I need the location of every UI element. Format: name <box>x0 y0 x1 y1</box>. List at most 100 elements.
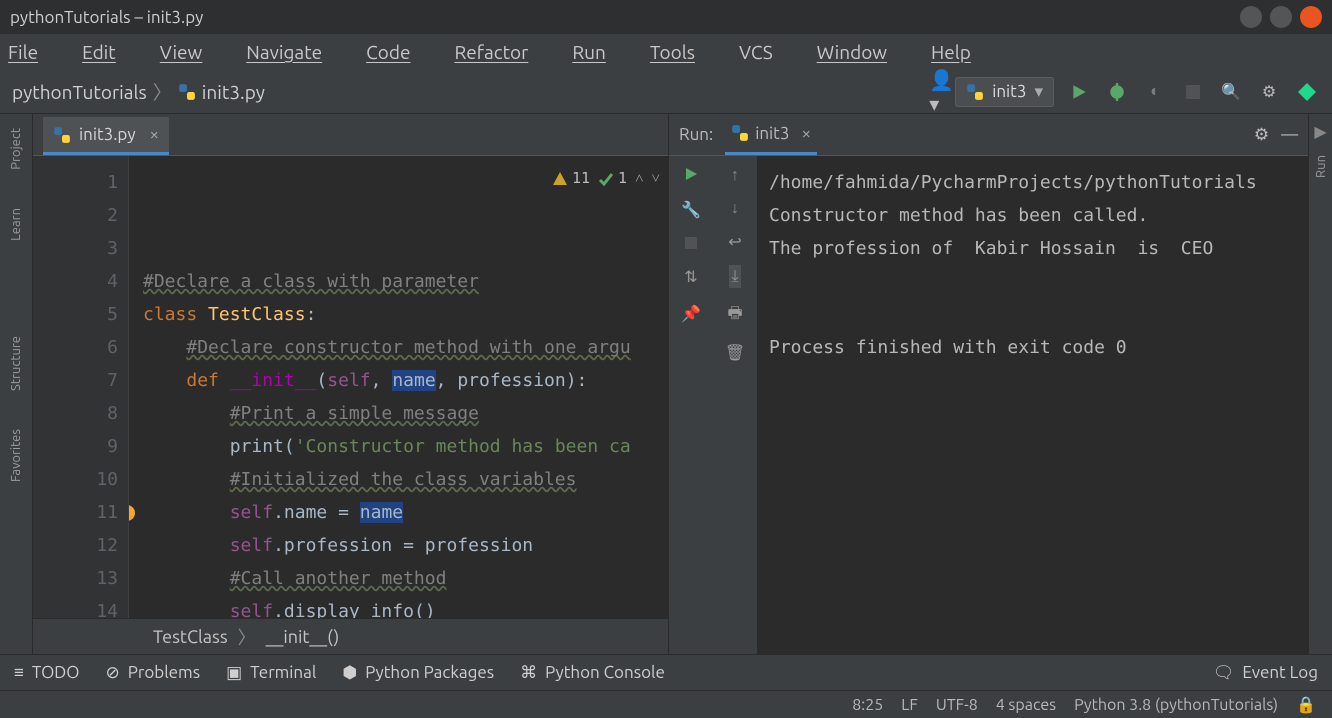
right-tool-rail: ▶ Run <box>1308 114 1332 654</box>
menu-run[interactable]: Run <box>572 41 628 63</box>
stop-run-button[interactable] <box>685 237 697 249</box>
python-file-icon <box>178 83 196 101</box>
menu-vcs[interactable]: VCS <box>739 41 795 63</box>
window-close-button[interactable] <box>1300 6 1322 28</box>
menu-tools[interactable]: Tools <box>650 41 717 63</box>
tool-terminal[interactable]: ▣Terminal <box>226 663 316 683</box>
inspection-bar[interactable]: 11 1 ˄ ˅ <box>552 162 660 195</box>
settings-icon[interactable]: ⚙ <box>1256 79 1282 105</box>
tool-python-packages[interactable]: ⬢Python Packages <box>342 663 494 683</box>
editor-tab-label: init3.py <box>79 125 136 144</box>
tool-structure[interactable]: Structure <box>9 336 23 391</box>
minimize-panel-icon[interactable]: — <box>1281 125 1298 144</box>
close-tab-icon[interactable]: × <box>150 125 160 144</box>
stop-button[interactable] <box>1180 79 1206 105</box>
run-primary-toolbar: 🔧 ⇅ 📌 <box>669 156 713 654</box>
file-encoding[interactable]: UTF-8 <box>936 696 978 714</box>
interpreter[interactable]: Python 3.8 (pythonTutorials) <box>1074 696 1278 714</box>
menu-view[interactable]: View <box>160 41 225 63</box>
print-icon[interactable]: 🖶 <box>727 302 742 329</box>
python-icon <box>731 124 749 142</box>
close-run-tab-icon[interactable]: × <box>801 124 811 143</box>
status-bar: 8:25 LF UTF-8 4 spaces Python 3.8 (pytho… <box>0 690 1332 718</box>
ide-logo-icon[interactable] <box>1294 79 1320 105</box>
expand-right-icon[interactable]: ▶ <box>1314 122 1326 141</box>
scroll-end-icon[interactable]: ⤓ <box>729 265 740 288</box>
menu-code[interactable]: Code <box>366 41 432 63</box>
window-maximize-button[interactable] <box>1270 6 1292 28</box>
window-minimize-button[interactable] <box>1240 6 1262 28</box>
run-secondary-toolbar: ↑ ↓ ↩ ⤓ 🖶 🗑 <box>713 156 757 654</box>
ok-count[interactable]: 1 <box>598 162 627 195</box>
line-gutter: 1234567891011121314 <box>33 156 129 618</box>
tool-todo[interactable]: ≡TODO <box>14 663 79 683</box>
breadcrumb-file[interactable]: init3.py <box>202 81 265 103</box>
left-tool-rail: Project Learn Structure Favorites <box>0 114 33 654</box>
editor-area: init3.py × 1234567891011121314 11 1 ˄ ˅ <box>33 114 668 654</box>
up-icon[interactable]: ↑ <box>731 166 739 185</box>
run-config-name: init3 <box>992 82 1026 101</box>
prev-highlight-icon[interactable]: ˄ <box>635 162 643 195</box>
clear-icon[interactable]: 🗑 <box>725 343 745 362</box>
menu-file[interactable]: File <box>8 41 60 63</box>
intention-bulb-icon[interactable] <box>129 505 135 521</box>
breadcrumb[interactable]: pythonTutorials 〉 init3.py <box>12 78 265 105</box>
event-log[interactable]: 🗨Event Log <box>1213 663 1318 683</box>
python-file-icon <box>53 126 71 144</box>
lock-icon[interactable]: 🔒 <box>1296 695 1316 714</box>
run-title: Run: <box>679 125 713 144</box>
down-icon[interactable]: ↓ <box>731 199 739 218</box>
tool-problems[interactable]: ⊘Problems <box>105 663 200 683</box>
chevron-down-icon: ▾ <box>1034 82 1043 102</box>
menu-refactor[interactable]: Refactor <box>454 41 550 63</box>
editor-tab-init3[interactable]: init3.py × <box>43 117 169 155</box>
run-console[interactable]: /home/fahmida/PycharmProjects/pythonTuto… <box>757 156 1308 654</box>
crumb-class[interactable]: TestClass <box>153 627 228 647</box>
run-header: Run: init3 × ⚙ — <box>669 114 1308 156</box>
run-button[interactable] <box>1066 79 1092 105</box>
warning-icon <box>552 171 568 187</box>
run-config-selector[interactable]: init3 ▾ <box>955 77 1054 107</box>
run-tab-label: init3 <box>755 124 789 143</box>
menubar: File Edit View Navigate Code Refactor Ru… <box>0 34 1332 70</box>
menu-navigate[interactable]: Navigate <box>246 41 344 63</box>
crumb-function[interactable]: __init__() <box>266 627 340 647</box>
menu-help[interactable]: Help <box>931 41 993 63</box>
editor-tabstrip: init3.py × <box>33 114 668 156</box>
code-editor[interactable]: 11 1 ˄ ˅ #Declare a class with parameter… <box>129 156 668 618</box>
cursor-position[interactable]: 8:25 <box>852 696 883 714</box>
rerun-button[interactable] <box>683 166 699 182</box>
menu-window[interactable]: Window <box>817 41 909 63</box>
soft-wrap-icon[interactable]: ↩ <box>728 232 741 251</box>
bottom-tool-bar: ≡TODO ⊘Problems ▣Terminal ⬢Python Packag… <box>0 654 1332 690</box>
run-tab[interactable]: init3 × <box>725 114 817 155</box>
line-separator[interactable]: LF <box>901 696 918 714</box>
navbar: pythonTutorials 〉 init3.py 👤▾ init3 ▾ ◐ … <box>0 70 1332 114</box>
layout-icon[interactable]: ⇅ <box>684 267 697 286</box>
warning-count[interactable]: 11 <box>552 162 590 195</box>
python-icon <box>966 83 984 101</box>
coverage-button[interactable]: ◐ <box>1142 79 1168 105</box>
indent-setting[interactable]: 4 spaces <box>996 696 1056 714</box>
tool-run-right[interactable]: Run <box>1314 155 1328 178</box>
run-settings-icon[interactable]: ⚙ <box>1254 125 1269 145</box>
next-highlight-icon[interactable]: ˅ <box>652 162 660 195</box>
menu-edit[interactable]: Edit <box>82 41 138 63</box>
tool-learn[interactable]: Learn <box>9 208 23 241</box>
wrench-icon[interactable]: 🔧 <box>681 200 701 219</box>
tool-project[interactable]: Project <box>9 128 23 170</box>
breadcrumb-project[interactable]: pythonTutorials <box>12 81 147 103</box>
search-icon[interactable]: 🔍 <box>1218 79 1244 105</box>
tool-python-console[interactable]: ⌘Python Console <box>520 663 665 683</box>
check-icon <box>598 171 614 187</box>
pin-icon[interactable]: 📌 <box>681 304 701 323</box>
debug-button[interactable] <box>1104 79 1130 105</box>
editor-body[interactable]: 1234567891011121314 11 1 ˄ ˅ #Declare a … <box>33 156 668 618</box>
run-tool-window: Run: init3 × ⚙ — 🔧 ⇅ 📌 ↑ ↓ ↩ ⤓ <box>668 114 1308 654</box>
structure-breadcrumb[interactable]: TestClass 〉 __init__() <box>33 618 668 654</box>
user-icon[interactable]: 👤▾ <box>929 79 955 105</box>
chevron-right-icon: 〉 <box>238 624 256 650</box>
titlebar: pythonTutorials – init3.py <box>0 0 1332 34</box>
window-title: pythonTutorials – init3.py <box>10 8 203 27</box>
tool-favorites[interactable]: Favorites <box>9 429 23 482</box>
